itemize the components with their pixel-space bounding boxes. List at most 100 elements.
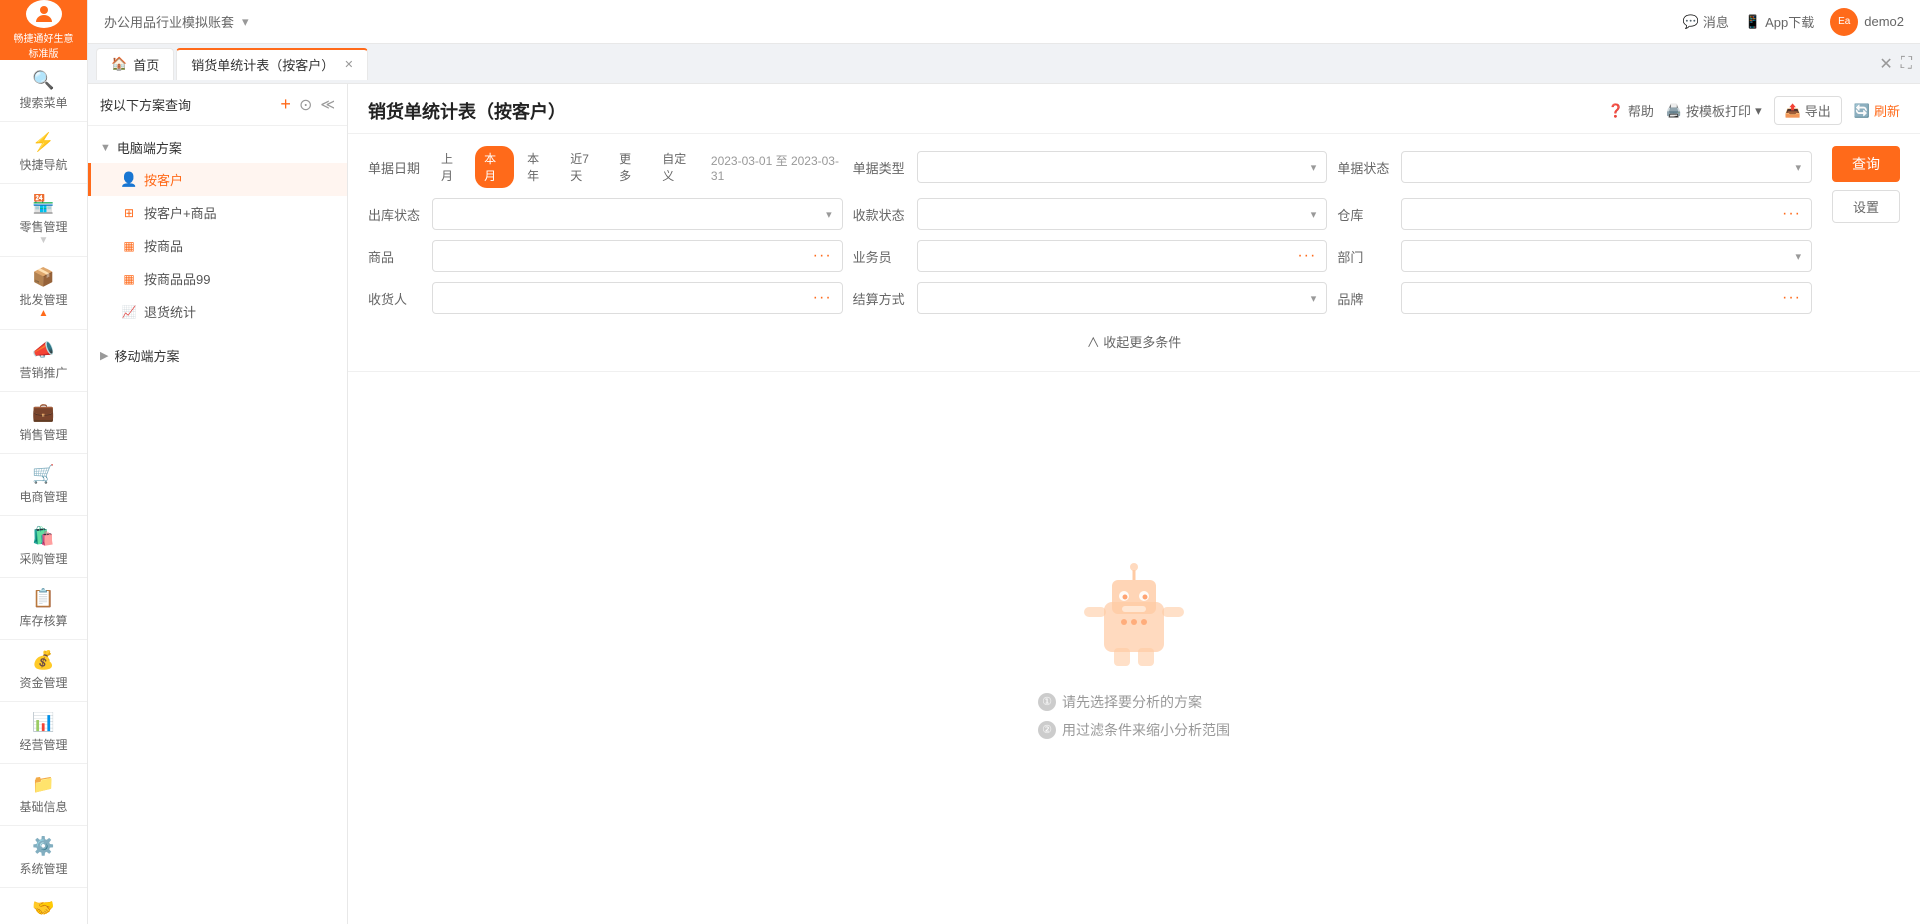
salesperson-select[interactable]: ··· <box>917 240 1328 272</box>
close-window-icon[interactable]: ✕ <box>1879 54 1892 74</box>
date-tab-last-7[interactable]: 近7天 <box>561 146 606 188</box>
user-profile[interactable]: Ea demo2 <box>1830 8 1904 36</box>
type-select[interactable]: ▾ <box>917 151 1328 183</box>
filter-row-4: 收货人 ··· 结算方式 ▾ <box>368 282 1812 314</box>
payment-status-select[interactable]: ▾ <box>917 198 1328 230</box>
sidebar-item-purchase-label: 采购管理 <box>19 550 67 567</box>
date-control: 上月 本月 本年 近7天 更多 自定义 2023-03-01 至 2023-03… <box>432 146 843 188</box>
filter-area: 单据日期 上月 本月 本年 近7天 更多 自定义 <box>348 134 1920 372</box>
settings-scheme-button[interactable]: ⊙ <box>299 95 312 115</box>
maximize-icon[interactable]: ⛶ <box>1901 55 1912 73</box>
user-initials: Ea <box>1838 16 1850 27</box>
sidebar-item-finance[interactable]: 💰 资金管理 <box>0 640 87 702</box>
sidebar-item-enterprise[interactable]: 🤝 企业协同 <box>0 888 87 924</box>
app-download-button[interactable]: 📱 App下载 <box>1745 12 1814 31</box>
date-tab-more[interactable]: 更多 <box>610 146 649 188</box>
product-99-icon: ▦ <box>120 270 138 288</box>
top-header: 办公用品行业模拟账套 ▾ 💬 消息 📱 App下载 Ea demo2 <box>88 0 1920 44</box>
payment-status-filter-item: 收款状态 ▾ <box>853 198 1328 230</box>
logo-subtitle: 标准版 <box>29 45 59 60</box>
help-button[interactable]: ❓ 帮助 <box>1608 101 1654 120</box>
sidebar-item-marketing[interactable]: 📣 营销推广 <box>0 330 87 392</box>
workspace-dropdown-arrow[interactable]: ▾ <box>242 14 249 30</box>
filter-row-3: 商品 ··· 业务员 ··· <box>368 240 1812 272</box>
print-icon: 🖨️ <box>1666 103 1682 119</box>
department-select[interactable]: ▾ <box>1401 240 1812 272</box>
product-select[interactable]: ··· <box>432 240 843 272</box>
sidebar-item-purchase[interactable]: 🛍️ 采购管理 <box>0 516 87 578</box>
export-button[interactable]: 📤 导出 <box>1774 96 1842 125</box>
collapse-conditions-button[interactable]: ∧ 收起更多条件 <box>368 324 1900 359</box>
brand-filter-item: 品牌 ··· <box>1337 282 1812 314</box>
date-tab-this-year[interactable]: 本年 <box>518 146 557 188</box>
brand-select[interactable]: ··· <box>1401 282 1812 314</box>
sales-icon: 💼 <box>32 402 54 423</box>
sidebar-item-inventory[interactable]: 📋 库存核算 <box>0 578 87 640</box>
tree-child-refund-stats-label: 退货统计 <box>144 302 196 321</box>
top-header-left: 办公用品行业模拟账套 ▾ <box>104 12 249 31</box>
left-panel: 按以下方案查询 + ⊙ ≪ ▼ 电脑端方案 👤 按客户 ⊞ 按客 <box>88 84 348 924</box>
recipient-filter-item: 收货人 ··· <box>368 282 843 314</box>
tree-child-by-customer-product[interactable]: ⊞ 按客户+商品 <box>88 196 347 229</box>
date-tab-this-month[interactable]: 本月 <box>475 146 514 188</box>
query-button[interactable]: 查询 <box>1832 146 1900 182</box>
query-buttons: 查询 设置 <box>1832 146 1900 223</box>
tree-child-by-customer[interactable]: 👤 按客户 <box>88 163 347 196</box>
tree-child-by-product[interactable]: ▦ 按商品 <box>88 229 347 262</box>
sidebar-item-system[interactable]: ⚙️ 系统管理 <box>0 826 87 888</box>
tree-parent-desktop[interactable]: ▼ 电脑端方案 <box>88 132 347 163</box>
filter-row-2: 出库状态 ▾ 收款状态 ▾ <box>368 198 1812 230</box>
user-name: demo2 <box>1864 14 1904 29</box>
sidebar-item-retail[interactable]: 🏪 零售管理 ▼ <box>0 184 87 257</box>
inventory-icon: 📋 <box>32 588 54 609</box>
date-label: 单据日期 <box>368 158 424 177</box>
settlement-dropdown-arrow: ▾ <box>1311 292 1317 305</box>
sidebar-item-wholesale[interactable]: 📦 批发管理 ▲ <box>0 257 87 330</box>
sidebar-item-operations[interactable]: 📊 经营管理 <box>0 702 87 764</box>
out-status-select[interactable]: ▾ <box>432 198 843 230</box>
status-select[interactable]: ▾ <box>1401 151 1812 183</box>
app-download-icon: 📱 <box>1745 14 1761 30</box>
date-tab-custom[interactable]: 自定义 <box>653 146 703 188</box>
brand-dots: ··· <box>1782 289 1801 307</box>
tree-parent-mobile[interactable]: ▶ 移动端方案 <box>88 340 347 371</box>
settlement-select[interactable]: ▾ <box>917 282 1328 314</box>
tree-child-refund-stats[interactable]: 📈 退货统计 <box>88 295 347 328</box>
sidebar-item-search[interactable]: 🔍 搜索菜单 <box>0 60 87 122</box>
settings-button[interactable]: 设置 <box>1832 190 1900 223</box>
add-scheme-button[interactable]: + <box>280 94 291 115</box>
tab-close-button[interactable]: ✕ <box>344 58 353 71</box>
recipient-select[interactable]: ··· <box>432 282 843 314</box>
print-template-label: 按模板打印 <box>1686 101 1751 120</box>
sidebar-item-sales[interactable]: 💼 销售管理 <box>0 392 87 454</box>
refresh-button[interactable]: 🔄 刷新 <box>1854 101 1900 120</box>
workspace-title: 办公用品行业模拟账套 <box>104 12 234 31</box>
department-label: 部门 <box>1337 247 1393 266</box>
sidebar-item-inventory-label: 库存核算 <box>19 612 67 629</box>
warehouse-select[interactable]: ··· <box>1401 198 1812 230</box>
tree-group-desktop: ▼ 电脑端方案 👤 按客户 ⊞ 按客户+商品 ▦ 按商品 ▦ 按商品品99 <box>88 126 347 334</box>
tree-group-mobile: ▶ 移动端方案 <box>88 334 347 377</box>
sidebar-item-basic[interactable]: 📁 基础信息 <box>0 764 87 826</box>
settlement-label: 结算方式 <box>853 289 909 308</box>
sidebar: 畅捷通好生意 标准版 🔍 搜索菜单 ⚡ 快捷导航 🏪 零售管理 ▼ 📦 批发管理… <box>0 0 88 924</box>
filter-row-wrapper: 单据日期 上月 本月 本年 近7天 更多 自定义 <box>368 146 1900 324</box>
tree-child-by-product-99-label: 按商品品99 <box>144 269 210 288</box>
message-button[interactable]: 💬 消息 <box>1683 12 1729 31</box>
tab-sales-stats[interactable]: 销货单统计表（按客户） ✕ <box>176 48 368 80</box>
tree-child-by-product-99[interactable]: ▦ 按商品品99 <box>88 262 347 295</box>
left-panel-actions: + ⊙ ≪ <box>280 94 335 115</box>
tab-home[interactable]: 🏠 首页 <box>96 48 174 80</box>
salesperson-dots: ··· <box>1297 247 1316 265</box>
tree-parent-desktop-label: 电脑端方案 <box>117 138 182 157</box>
export-icon: 📤 <box>1785 103 1801 119</box>
date-tab-last-month[interactable]: 上月 <box>432 146 471 188</box>
sidebar-item-quick-nav[interactable]: ⚡ 快捷导航 <box>0 122 87 184</box>
tree-arrow-mobile: ▶ <box>100 349 108 362</box>
department-filter-item: 部门 ▾ <box>1337 240 1812 272</box>
sidebar-item-ecommerce[interactable]: 🛒 电商管理 <box>0 454 87 516</box>
print-template-button[interactable]: 🖨️ 按模板打印 ▾ <box>1666 101 1762 120</box>
empty-illustration <box>1074 552 1194 672</box>
collapse-panel-button[interactable]: ≪ <box>320 96 335 113</box>
page-header: 销货单统计表（按客户） ❓ 帮助 🖨️ 按模板打印 ▾ 📤 导出 <box>348 84 1920 134</box>
